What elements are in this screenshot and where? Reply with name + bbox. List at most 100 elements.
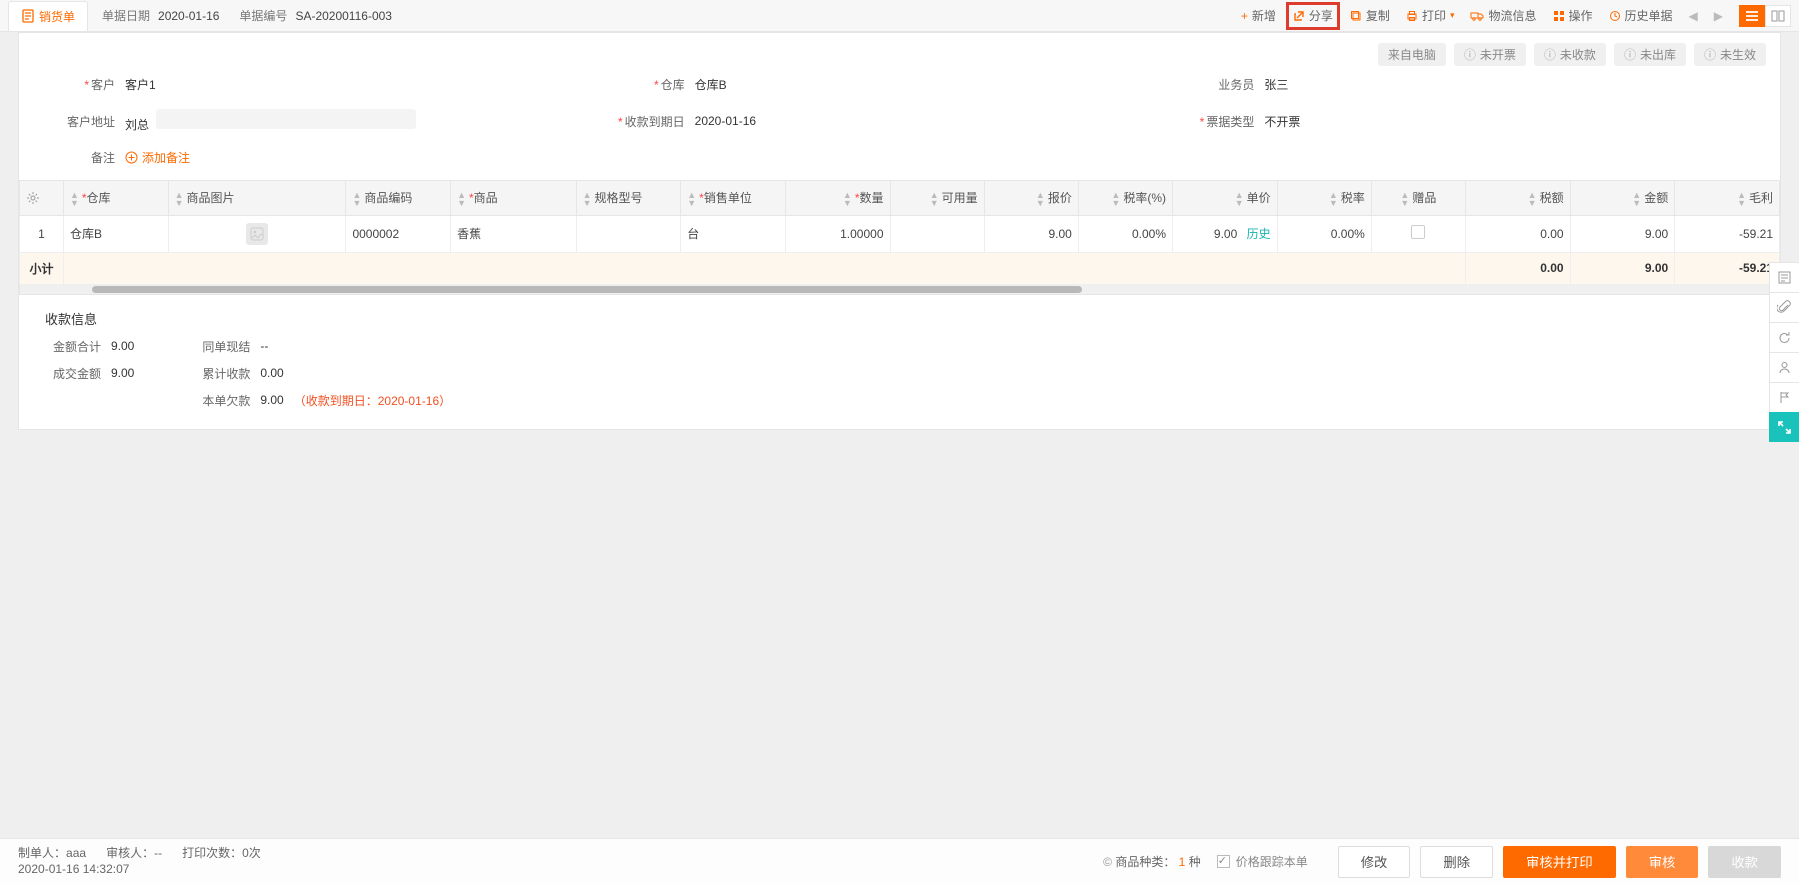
doc-date-value: 2020-01-16	[158, 9, 219, 23]
edit-button[interactable]: 修改	[1338, 846, 1411, 878]
cell-available	[890, 215, 984, 252]
copy-button[interactable]: 复制	[1344, 5, 1396, 26]
col-available[interactable]: ▲▼可用量	[890, 181, 984, 216]
pill-source: 来自电脑	[1378, 43, 1446, 66]
attachment-icon	[1777, 300, 1792, 315]
subtotal-gross: -59.21	[1675, 252, 1780, 284]
cell-unit[interactable]: 台	[681, 215, 786, 252]
audit-button[interactable]: 审核	[1626, 846, 1699, 878]
add-remark-button[interactable]: 添加备注	[125, 149, 190, 166]
col-gross[interactable]: ▲▼毛利	[1675, 181, 1780, 216]
kv-deal: 成交金额9.00	[45, 365, 134, 382]
pill-inactive[interactable]: ⓘ未生效	[1694, 43, 1766, 66]
print-label: 打印	[1422, 7, 1446, 24]
owed-note: （收款到期日：2020-01-16）	[294, 392, 451, 409]
status-row: 来自电脑 ⓘ未开票 ⓘ未收款 ⓘ未出库 ⓘ未生效	[19, 33, 1780, 70]
cell-gross: -59.21	[1675, 215, 1780, 252]
field-paydue: *收款到期日 2020-01-16	[615, 109, 1185, 133]
paydue-value[interactable]: 2020-01-16	[695, 114, 756, 128]
col-spec[interactable]: ▲▼规格型号	[576, 181, 681, 216]
kv-cash: 同单现结--	[194, 338, 451, 355]
doc-tab[interactable]: 销货单	[8, 1, 88, 31]
pill-unshipped[interactable]: ⓘ未出库	[1614, 43, 1686, 66]
view-card-button[interactable]	[1765, 5, 1791, 27]
cell-quote[interactable]: 9.00	[984, 215, 1078, 252]
subtotal-label: 小计	[20, 252, 64, 284]
doc-no-value: SA-20200116-003	[295, 9, 392, 23]
col-image[interactable]: ▲▼商品图片	[168, 181, 346, 216]
field-warehouse: *仓库 仓库B	[615, 76, 1185, 93]
document-card: 来自电脑 ⓘ未开票 ⓘ未收款 ⓘ未出库 ⓘ未生效 *客户 客户1 *仓库 仓库B…	[18, 32, 1781, 430]
operate-label: 操作	[1569, 7, 1593, 24]
col-unit[interactable]: ▲▼*销售单位	[681, 181, 786, 216]
table-hscroll[interactable]	[19, 285, 1780, 295]
side-refresh-button[interactable]	[1769, 322, 1799, 352]
flag-icon	[1777, 390, 1792, 405]
share-button[interactable]: 分享	[1286, 2, 1340, 30]
footer-timestamp: 2020-01-16 14:32:07	[18, 862, 261, 878]
scroll-thumb[interactable]	[92, 286, 1082, 293]
cell-unitprice[interactable]: 9.00 历史	[1173, 215, 1278, 252]
subtotal-amount: 9.00	[1570, 252, 1675, 284]
print-button[interactable]: 打印 ▾	[1400, 5, 1461, 26]
history-button[interactable]: 历史单据	[1603, 5, 1679, 26]
logistics-button[interactable]: 物流信息	[1464, 5, 1542, 26]
new-button[interactable]: + 新增	[1235, 5, 1282, 26]
kv-total: 金额合计9.00	[45, 338, 134, 355]
side-attach-button[interactable]	[1769, 292, 1799, 322]
copy-icon	[1350, 10, 1362, 22]
col-taxamount[interactable]: ▲▼税额	[1465, 181, 1570, 216]
cell-gift[interactable]	[1371, 215, 1465, 252]
side-flag-button[interactable]	[1769, 382, 1799, 412]
warehouse-value[interactable]: 仓库B	[695, 76, 727, 93]
cell-image[interactable]	[168, 215, 346, 252]
col-code[interactable]: ▲▼商品编码	[346, 181, 451, 216]
cell-taxamount: 0.00	[1465, 215, 1570, 252]
next-doc-button[interactable]: ▶	[1708, 9, 1729, 23]
audit-print-button[interactable]: 审核并打印	[1503, 846, 1616, 878]
footer-summary: © 商品种类： 1 种 价格跟踪本单	[1103, 853, 1308, 870]
cell-taxpct[interactable]: 0.00%	[1277, 215, 1371, 252]
field-invoice-type: *票据类型 不开票	[1184, 109, 1754, 133]
col-warehouse[interactable]: ▲▼*仓库	[63, 181, 168, 216]
pill-unreceived[interactable]: ⓘ未收款	[1534, 43, 1606, 66]
col-gift[interactable]: ▲▼赠品	[1371, 181, 1465, 216]
operate-button[interactable]: 操作	[1547, 5, 1599, 26]
address-mask	[156, 109, 416, 129]
side-user-button[interactable]	[1769, 352, 1799, 382]
invoice-type-value[interactable]: 不开票	[1264, 113, 1300, 130]
cell-idx: 1	[20, 215, 64, 252]
side-expand-button[interactable]	[1769, 412, 1799, 442]
col-qty[interactable]: ▲▼*数量	[785, 181, 890, 216]
history-icon	[1609, 10, 1621, 22]
pill-uninvoiced[interactable]: ⓘ未开票	[1454, 43, 1526, 66]
delete-button[interactable]: 删除	[1420, 846, 1493, 878]
price-follow-checkbox[interactable]: 价格跟踪本单	[1217, 853, 1308, 870]
table-row[interactable]: 1 仓库B 0000002 香蕉 台 1.00000 9.00 0.00%	[20, 215, 1780, 252]
col-amount[interactable]: ▲▼金额	[1570, 181, 1675, 216]
cell-spec[interactable]	[576, 215, 681, 252]
cell-qty[interactable]: 1.00000	[785, 215, 890, 252]
cell-code[interactable]: 0000002	[346, 215, 451, 252]
col-product[interactable]: ▲▼*商品	[451, 181, 577, 216]
cell-warehouse[interactable]: 仓库B	[63, 215, 168, 252]
field-address: 客户地址 刘总	[45, 109, 615, 133]
view-list-button[interactable]	[1739, 5, 1765, 27]
col-config[interactable]	[20, 181, 64, 216]
salesperson-value[interactable]: 张三	[1264, 76, 1288, 93]
col-unitprice[interactable]: ▲▼单价	[1173, 181, 1278, 216]
cell-product[interactable]: 香蕉	[451, 215, 577, 252]
customer-value[interactable]: 客户1	[125, 76, 156, 93]
prev-doc-button[interactable]: ◀	[1683, 9, 1704, 23]
field-salesperson: 业务员 张三	[1184, 76, 1754, 93]
col-taxpct[interactable]: ▲▼税率	[1277, 181, 1371, 216]
gift-checkbox[interactable]	[1411, 225, 1425, 239]
col-taxrate[interactable]: ▲▼税率(%)	[1078, 181, 1172, 216]
price-history-link[interactable]: 历史	[1247, 227, 1271, 241]
cell-taxrate[interactable]: 0.00%	[1078, 215, 1172, 252]
col-quote[interactable]: ▲▼报价	[984, 181, 1078, 216]
payment-section: 收款信息 金额合计9.00 成交金额9.00 同单现结-- 累计收款0.00 本…	[19, 295, 1780, 429]
side-note-button[interactable]	[1769, 262, 1799, 292]
address-value[interactable]: 刘总	[125, 109, 416, 133]
receive-button[interactable]: 收款	[1708, 846, 1781, 878]
